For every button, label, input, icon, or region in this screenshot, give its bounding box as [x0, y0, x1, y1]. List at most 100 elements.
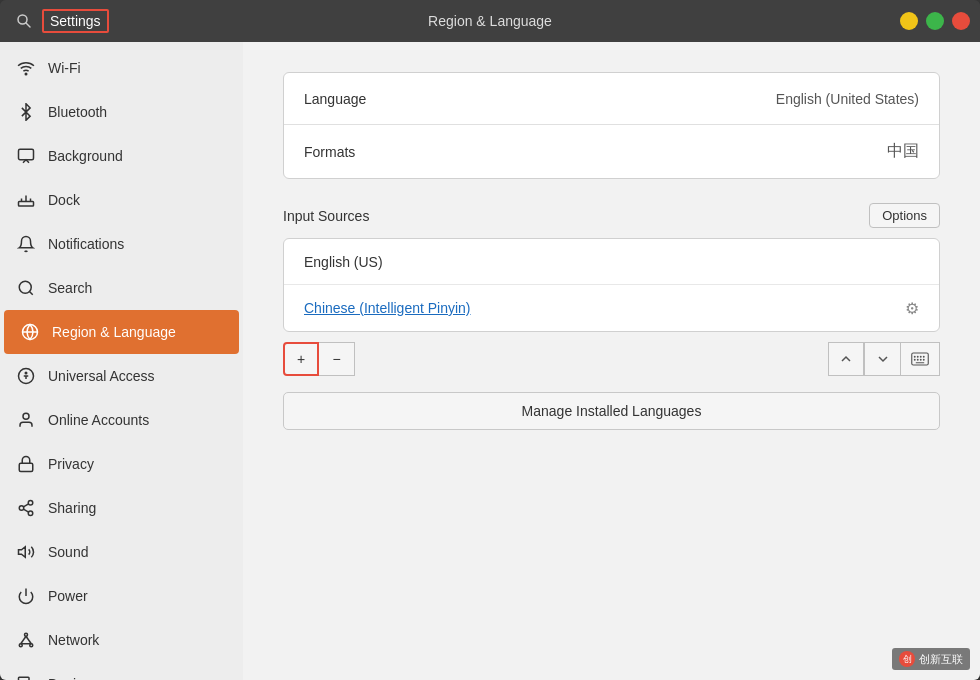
formats-row: Formats 中国 — [284, 125, 939, 178]
sidebar-item-bluetooth[interactable]: Bluetooth — [0, 90, 243, 134]
sidebar-sharing-label: Sharing — [48, 500, 227, 516]
sidebar-privacy-label: Privacy — [48, 456, 227, 472]
sidebar-background-label: Background — [48, 148, 227, 164]
window-controls: − □ × — [900, 12, 970, 30]
language-value: English (United States) — [776, 91, 919, 107]
watermark-text: 创新互联 — [919, 652, 963, 667]
app-name-label: Settings — [42, 9, 109, 33]
input-source-english-label: English (US) — [304, 254, 919, 270]
svg-point-20 — [28, 511, 33, 516]
online-accounts-icon — [16, 410, 36, 430]
sidebar-power-label: Power — [48, 588, 227, 604]
sidebar-search-label: Search — [48, 280, 227, 296]
svg-rect-4 — [19, 202, 34, 207]
input-sources-title: Input Sources — [283, 208, 369, 224]
sidebar-notifications-label: Notifications — [48, 236, 227, 252]
language-row: Language English (United States) — [284, 73, 939, 125]
main-content: Wi-Fi Bluetooth Background — [0, 42, 980, 680]
keyboard-icon — [911, 352, 929, 366]
sharing-icon — [16, 498, 36, 518]
language-label: Language — [304, 91, 776, 107]
move-up-button[interactable] — [828, 342, 864, 376]
svg-line-29 — [26, 636, 31, 644]
notifications-icon — [16, 234, 36, 254]
titlebar: Settings Region & Language − □ × — [0, 0, 980, 42]
sidebar-item-sound[interactable]: Sound — [0, 530, 243, 574]
svg-line-22 — [23, 504, 28, 507]
watermark: 创 创新互联 — [892, 648, 970, 670]
sidebar-item-privacy[interactable]: Privacy — [0, 442, 243, 486]
sidebar-item-region[interactable]: Region & Language — [4, 310, 239, 354]
svg-rect-17 — [19, 463, 33, 471]
sidebar-item-background[interactable]: Background — [0, 134, 243, 178]
app-window: Settings Region & Language − □ × Wi-Fi — [0, 0, 980, 680]
sidebar-item-power[interactable]: Power — [0, 574, 243, 618]
input-source-gear-icon[interactable]: ⚙ — [905, 299, 919, 318]
input-sources-header: Input Sources Options — [283, 203, 940, 228]
window-title: Region & Language — [428, 13, 552, 29]
down-arrow-icon — [877, 353, 889, 365]
watermark-icon: 创 — [899, 651, 915, 667]
sidebar-bluetooth-label: Bluetooth — [48, 104, 227, 120]
sidebar-item-network[interactable]: Network — [0, 618, 243, 662]
input-source-chinese-label: Chinese (Intelligent Pinyin) — [304, 300, 905, 316]
sidebar-wifi-label: Wi-Fi — [48, 60, 227, 76]
sidebar-item-online[interactable]: Online Accounts — [0, 398, 243, 442]
svg-point-2 — [25, 73, 27, 75]
sidebar-network-label: Network — [48, 632, 227, 648]
sidebar-item-devices[interactable]: Devices › — [0, 662, 243, 680]
sidebar-dock-label: Dock — [48, 192, 227, 208]
sidebar-online-label: Online Accounts — [48, 412, 227, 428]
svg-marker-23 — [19, 547, 26, 558]
formats-label: Formats — [304, 144, 887, 160]
input-sources-card: English (US) Chinese (Intelligent Pinyin… — [283, 238, 940, 332]
svg-point-18 — [28, 501, 33, 506]
background-icon — [16, 146, 36, 166]
sidebar-devices-label: Devices — [48, 676, 211, 680]
sidebar-item-notifications[interactable]: Notifications — [0, 222, 243, 266]
svg-point-19 — [19, 506, 24, 511]
titlebar-search-icon[interactable] — [10, 7, 38, 35]
minimize-button[interactable]: − — [900, 12, 918, 30]
input-source-english-row: English (US) — [284, 239, 939, 285]
sidebar-item-universal[interactable]: Universal Access — [0, 354, 243, 398]
language-formats-card: Language English (United States) Formats… — [283, 72, 940, 179]
power-icon — [16, 586, 36, 606]
svg-line-28 — [21, 636, 26, 644]
input-source-chinese-row: Chinese (Intelligent Pinyin) ⚙ — [284, 285, 939, 331]
maximize-button[interactable]: □ — [926, 12, 944, 30]
options-button[interactable]: Options — [869, 203, 940, 228]
input-sources-toolbar: + − — [283, 342, 940, 376]
sidebar-item-search[interactable]: Search — [0, 266, 243, 310]
network-icon — [16, 630, 36, 650]
wifi-icon — [16, 58, 36, 78]
svg-line-9 — [29, 291, 32, 294]
sidebar-universal-label: Universal Access — [48, 368, 227, 384]
sidebar-item-sharing[interactable]: Sharing — [0, 486, 243, 530]
bluetooth-icon — [16, 102, 36, 122]
sound-icon — [16, 542, 36, 562]
keyboard-view-button[interactable] — [900, 342, 940, 376]
content-area: Language English (United States) Formats… — [243, 42, 980, 680]
sidebar-item-wifi[interactable]: Wi-Fi — [0, 46, 243, 90]
add-input-source-button[interactable]: + — [283, 342, 319, 376]
sidebar-region-label: Region & Language — [52, 324, 223, 340]
sidebar-item-dock[interactable]: Dock — [0, 178, 243, 222]
privacy-icon — [16, 454, 36, 474]
svg-point-13 — [25, 372, 27, 374]
svg-point-25 — [25, 633, 28, 636]
region-icon — [20, 322, 40, 342]
remove-input-source-button[interactable]: − — [319, 342, 355, 376]
svg-rect-3 — [19, 149, 34, 160]
svg-point-16 — [23, 413, 29, 419]
close-button[interactable]: × — [952, 12, 970, 30]
search-icon — [16, 278, 36, 298]
universal-access-icon — [16, 366, 36, 386]
up-arrow-icon — [840, 353, 852, 365]
formats-value: 中国 — [887, 141, 919, 162]
manage-languages-button[interactable]: Manage Installed Languages — [283, 392, 940, 430]
svg-point-8 — [19, 281, 31, 293]
move-down-button[interactable] — [864, 342, 900, 376]
dock-icon — [16, 190, 36, 210]
svg-line-21 — [23, 509, 28, 512]
